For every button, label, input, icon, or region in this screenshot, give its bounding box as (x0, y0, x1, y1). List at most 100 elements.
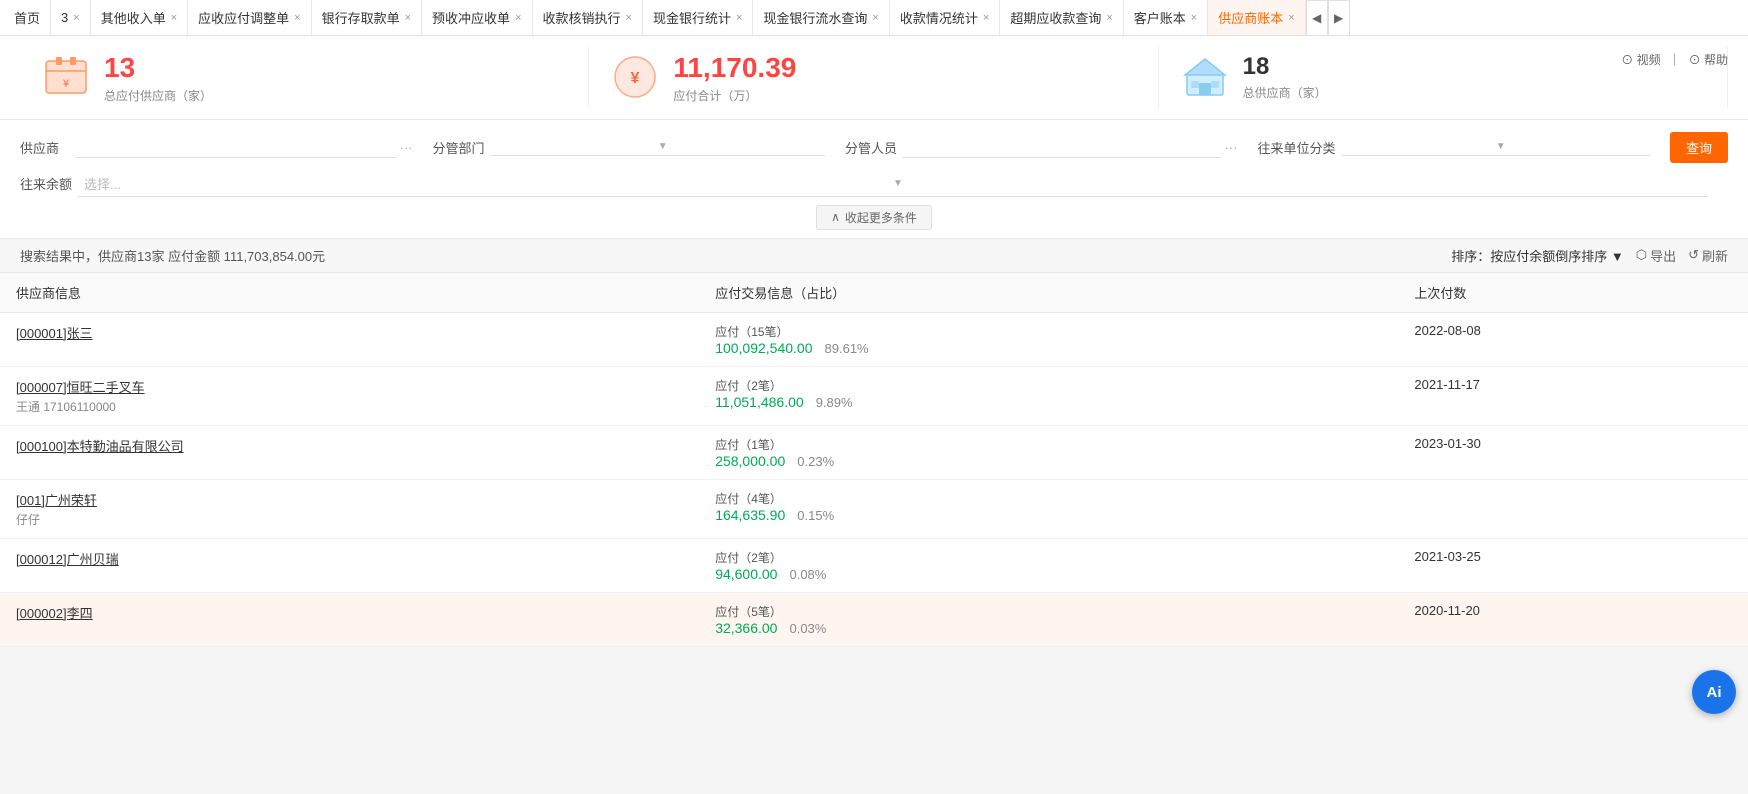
table-row: [000100]本特勤油品有限公司应付（1笔）258,000.000.23%20… (0, 425, 1748, 479)
table-row: [000002]李四应付（5笔）32,366.000.03%2020-11-20 (0, 592, 1748, 646)
dept-select[interactable]: ▼ (491, 138, 825, 156)
close-icon[interactable]: × (171, 12, 177, 24)
close-icon[interactable]: × (626, 12, 632, 24)
person-input[interactable] (903, 136, 1220, 158)
category-select[interactable]: ▼ (1342, 138, 1650, 156)
chevron-down-icon: ▼ (658, 141, 819, 152)
supplier-link[interactable]: [000012]广州贝瑞 (16, 552, 119, 567)
supplier-cell: [000100]本特勤油品有限公司 (0, 425, 699, 479)
balance-filter-label: 往来余额 (20, 174, 72, 193)
close-icon[interactable]: × (294, 12, 300, 24)
nav-tab-overdue[interactable]: 超期应收款查询 × (1000, 0, 1123, 36)
close-icon[interactable]: × (872, 12, 878, 24)
nav-tab-bank[interactable]: 银行存取款单 × (312, 0, 422, 36)
refresh-icon: ↺ (1688, 247, 1699, 263)
filter-dept: 分管部门 ▼ (433, 138, 826, 157)
tx-label: 应付 (715, 379, 739, 393)
supplier-table: 供应商信息 应付交易信息（占比） 上次付数 [000001]张三应付（15笔）1… (0, 273, 1748, 647)
tx-percent: 0.03% (789, 621, 826, 636)
nav-tab-customer-book[interactable]: 客户账本 × (1124, 0, 1208, 36)
nav-tab-cash-bank-flow[interactable]: 现金银行流水查询 × (753, 0, 889, 36)
store-icon (1179, 51, 1231, 103)
query-button[interactable]: 查询 (1670, 132, 1728, 163)
balance-select[interactable]: 选择... ▼ (78, 171, 1708, 197)
nav-next-button[interactable]: ▶ (1328, 0, 1350, 36)
supplier-link[interactable]: [001]广州荣轩 (16, 493, 97, 508)
supplier-link[interactable]: [000100]本特勤油品有限公司 (16, 439, 184, 454)
close-icon[interactable]: × (405, 12, 411, 24)
sort-label: 排序：按应付余额倒序排序 ▼ (1451, 246, 1624, 265)
nav-tab-other-income[interactable]: 其他收入单 × (91, 0, 188, 36)
nav-prev-button[interactable]: ◀ (1306, 0, 1328, 36)
supplier-dots-icon[interactable]: ··· (400, 140, 413, 155)
tx-amount: 164,635.90 (715, 507, 785, 523)
tx-count: （2笔） (739, 379, 782, 393)
person-filter-label: 分管人员 (845, 138, 897, 157)
results-actions: 排序：按应付余额倒序排序 ▼ ⬡ 导出 ↺ 刷新 (1451, 246, 1728, 265)
export-button[interactable]: ⬡ 导出 (1636, 246, 1676, 265)
nav-tab-collection-stat[interactable]: 收款情况统计 × (890, 0, 1000, 36)
last-pay-cell: 2021-03-25 (1398, 538, 1748, 592)
summary-card-payable-suppliers: ¥ 13 总应付供应商（家） (20, 46, 589, 109)
summary-card-payable-total: ¥ 11,170.39 应付合计（万） (589, 46, 1158, 109)
close-icon[interactable]: × (1288, 12, 1294, 24)
dept-filter-label: 分管部门 (433, 138, 485, 157)
tx-percent: 9.89% (816, 395, 853, 410)
chevron-down-icon: ▼ (1611, 249, 1624, 264)
supplier-link[interactable]: [000007]恒旺二手叉车 (16, 380, 145, 395)
table-body: [000001]张三应付（15笔）100,092,540.0089.61%202… (0, 312, 1748, 646)
close-icon[interactable]: × (73, 12, 79, 24)
results-summary: 搜索结果中，供应商13家 应付金额 111,703,854.00元 (20, 246, 325, 265)
collapse-button[interactable]: ∧ 收起更多条件 (816, 205, 932, 230)
filter-person: 分管人员 ··· (845, 136, 1238, 158)
nav-tab-home[interactable]: 首页 (4, 0, 51, 36)
last-pay-cell: 2021-11-17 (1398, 366, 1748, 425)
close-icon[interactable]: × (736, 12, 742, 24)
col-header-tx: 应付交易信息（占比） (699, 273, 1398, 313)
nav-tab-prepay[interactable]: 预收冲应收单 × (422, 0, 532, 36)
nav-tab-supplier-book[interactable]: 供应商账本 × (1208, 0, 1305, 36)
tx-percent: 0.23% (797, 454, 834, 469)
supplier-icon: ¥ (40, 51, 92, 103)
help-link[interactable]: ⊙ 帮助 (1689, 51, 1728, 68)
tx-count: （1笔） (739, 438, 782, 452)
person-dots-icon[interactable]: ··· (1225, 140, 1238, 155)
supplier-cell: [000012]广州贝瑞 (0, 538, 699, 592)
tx-count: （15笔） (739, 325, 788, 339)
close-icon[interactable]: × (983, 12, 989, 24)
supplier-input[interactable] (76, 136, 396, 158)
refresh-button[interactable]: ↺ 刷新 (1688, 246, 1728, 265)
supplier-sub-info: 王通 17106110000 (16, 398, 683, 415)
tx-amount: 11,051,486.00 (715, 394, 804, 410)
supplier-link[interactable]: [000002]李四 (16, 606, 93, 621)
tx-amount: 94,600.00 (715, 566, 777, 582)
nav-tab-cash-bank-stat[interactable]: 现金银行统计 × (643, 0, 753, 36)
col-header-supplier: 供应商信息 (0, 273, 699, 313)
tx-label: 应付 (715, 605, 739, 619)
close-icon[interactable]: × (1191, 12, 1197, 24)
supplier-cell: [001]广州荣轩仔仔 (0, 479, 699, 538)
supplier-cell: [000007]恒旺二手叉车王通 17106110000 (0, 366, 699, 425)
tx-label: 应付 (715, 438, 739, 452)
tx-cell: 应付（15笔）100,092,540.0089.61% (699, 312, 1398, 366)
results-bar: 搜索结果中，供应商13家 应付金额 111,703,854.00元 排序：按应付… (0, 239, 1748, 273)
nav-tab-3[interactable]: 3 × (51, 0, 91, 36)
export-icon: ⬡ (1636, 247, 1647, 263)
tx-cell: 应付（1笔）258,000.000.23% (699, 425, 1398, 479)
video-link[interactable]: ⊙ 视频 (1621, 51, 1660, 68)
tx-percent: 0.08% (789, 567, 826, 582)
table-header: 供应商信息 应付交易信息（占比） 上次付数 (0, 273, 1748, 313)
svg-text:¥: ¥ (62, 78, 70, 90)
svg-text:¥: ¥ (631, 70, 640, 87)
tx-cell: 应付（4笔）164,635.900.15% (699, 479, 1398, 538)
nav-tab-collection[interactable]: 收款核销执行 × (533, 0, 643, 36)
tx-percent: 89.61% (825, 341, 869, 356)
close-icon[interactable]: × (1106, 12, 1112, 24)
close-icon[interactable]: × (515, 12, 521, 24)
ai-button[interactable]: Ai (1692, 670, 1736, 714)
supplier-link[interactable]: [000001]张三 (16, 326, 93, 341)
top-navigation: 首页 3 × 其他收入单 × 应收应付调整单 × 银行存取款单 × 预收冲应收单… (0, 0, 1748, 36)
payable-total-icon: ¥ (609, 51, 661, 103)
tx-cell: 应付（2笔）11,051,486.00 9.89% (699, 366, 1398, 425)
nav-tab-adjustment[interactable]: 应收应付调整单 × (188, 0, 311, 36)
